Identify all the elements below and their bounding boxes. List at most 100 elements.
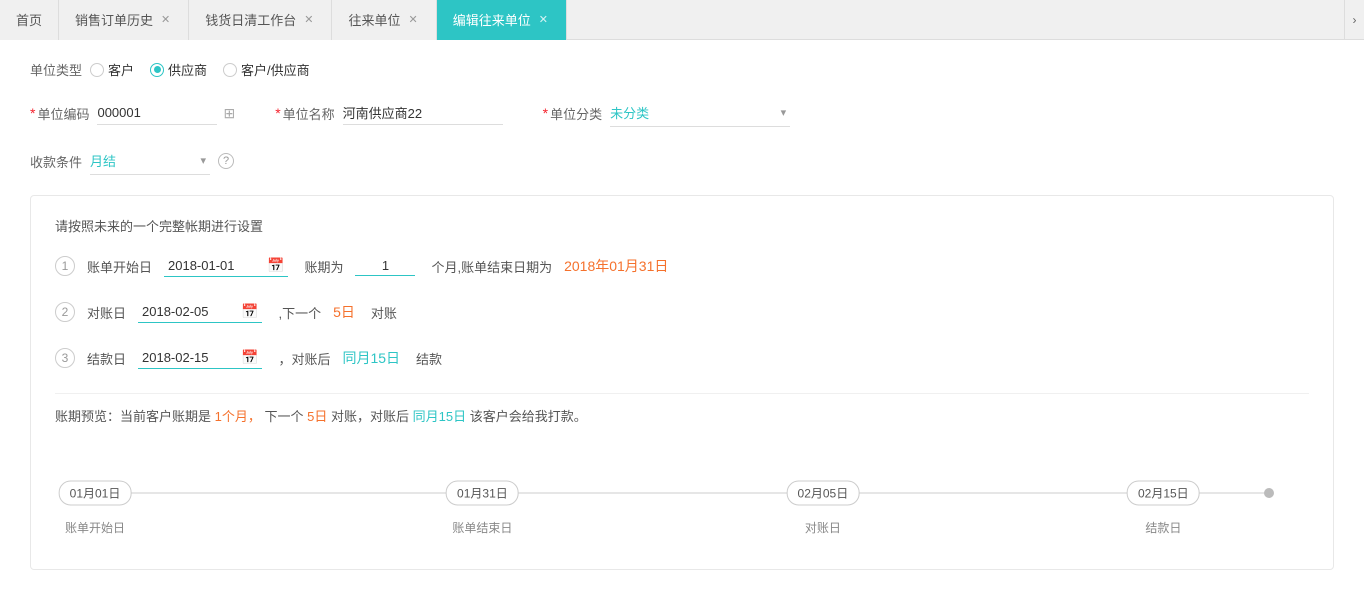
section-box: 请按照未来的一个完整帐期进行设置 1 账单开始日 📅 账期为 个月,账单结束日期… bbox=[30, 195, 1334, 570]
step-1-end-date: 2018年01月31日 bbox=[564, 256, 668, 276]
step-3-suffix: 结款 bbox=[416, 349, 442, 368]
tab-more-arrow[interactable]: › bbox=[1344, 0, 1364, 40]
step-1-label: 账单开始日 bbox=[87, 257, 152, 276]
timeline-badge-4: 02月15日 bbox=[1127, 481, 1200, 506]
help-icon[interactable]: ? bbox=[218, 153, 234, 169]
step-2-row: 2 对账日 📅 ,下一个 5日 对账 bbox=[55, 301, 1309, 323]
timeline-sublabel-3: 对账日 bbox=[805, 519, 841, 536]
tab-cash-ledger-close[interactable]: ✕ bbox=[302, 11, 315, 28]
step-1-cal-icon[interactable]: 📅 bbox=[267, 257, 284, 274]
step-2-date-input[interactable] bbox=[142, 304, 237, 319]
radio-customer-circle bbox=[90, 63, 104, 77]
preview-period: 1个月， bbox=[215, 409, 261, 424]
preview-mid1: 下一个 bbox=[265, 409, 304, 424]
unit-code-group: * 单位编码 ⊞ bbox=[30, 101, 235, 125]
step-2-cal-icon[interactable]: 📅 bbox=[241, 303, 258, 320]
tab-home[interactable]: 首页 bbox=[0, 0, 59, 40]
payment-terms-label: 收款条件 bbox=[30, 152, 82, 171]
step-3-date-input[interactable] bbox=[142, 350, 237, 365]
unit-type-radio-group: 客户 供应商 客户/供应商 bbox=[90, 60, 310, 79]
timeline-sublabel-1: 账单开始日 bbox=[65, 519, 125, 536]
unit-name-input[interactable] bbox=[343, 101, 503, 125]
unit-category-group: * 单位分类 未分类 ▾ bbox=[543, 99, 790, 127]
tab-bar: 首页 销售订单历史 ✕ 钱货日清工作台 ✕ 往来单位 ✕ 编辑往来单位 ✕ › bbox=[0, 0, 1364, 40]
step-2-date-wrap: 📅 bbox=[138, 301, 262, 323]
tab-sales-order-close[interactable]: ✕ bbox=[159, 11, 172, 28]
radio-both-circle bbox=[223, 63, 237, 77]
unit-category-dropdown[interactable]: 未分类 ▾ bbox=[610, 99, 790, 127]
unit-type-label: 单位类型 bbox=[30, 60, 82, 79]
unit-category-label: 单位分类 bbox=[550, 104, 602, 123]
step-1-suffix: 账期为 bbox=[304, 257, 343, 276]
preview-mid2: 对账，对账后 bbox=[331, 409, 409, 424]
tab-edit-counterparty-label: 编辑往来单位 bbox=[453, 10, 531, 29]
step-3-date-wrap: 📅 bbox=[138, 347, 262, 369]
preview-section: 账期预览：当前客户账期是 1个月， 下一个 5日 对账，对账后 同月15日 该客… bbox=[55, 393, 1309, 437]
unit-type-row: 单位类型 客户 供应商 客户/供应商 bbox=[30, 60, 1334, 79]
step-3-row: 3 结款日 📅 ，对账后 同月15日 结款 bbox=[55, 347, 1309, 369]
step-1-date-input[interactable] bbox=[168, 258, 263, 273]
payment-terms-row: 收款条件 月结 ▾ ? bbox=[30, 147, 1334, 175]
radio-both-label: 客户/供应商 bbox=[241, 60, 310, 79]
tab-counterparty-label: 往来单位 bbox=[348, 10, 400, 29]
step-1-period-input[interactable] bbox=[355, 256, 415, 276]
payment-terms-arrow: ▾ bbox=[200, 154, 206, 167]
step-1-row: 1 账单开始日 📅 账期为 个月,账单结束日期为 2018年01月31日 bbox=[55, 255, 1309, 277]
timeline-badge-1: 01月01日 bbox=[59, 481, 132, 506]
unit-code-star: * bbox=[30, 105, 35, 121]
step-2-suffix: 对账 bbox=[371, 303, 397, 322]
tab-home-label: 首页 bbox=[16, 10, 42, 29]
preview-highlight1: 5日 bbox=[307, 409, 327, 424]
timeline-sublabel-4: 结款日 bbox=[1145, 519, 1181, 536]
radio-supplier[interactable]: 供应商 bbox=[150, 60, 207, 79]
timeline-section: 01月01日 01月31日 02月05日 02月15日 账单开始日 bbox=[55, 457, 1309, 549]
tab-cash-ledger[interactable]: 钱货日清工作台 ✕ bbox=[189, 0, 332, 40]
step-1-date-wrap: 📅 bbox=[164, 255, 288, 277]
step-1-num: 1 bbox=[55, 256, 75, 276]
unit-fields-row: * 单位编码 ⊞ * 单位名称 * 单位分类 未分类 ▾ bbox=[30, 99, 1334, 127]
step-3-highlight: 同月15日 bbox=[342, 348, 400, 368]
unit-category-value: 未分类 bbox=[610, 103, 776, 122]
step-3-cal-icon[interactable]: 📅 bbox=[241, 349, 258, 366]
unit-name-label: 单位名称 bbox=[283, 104, 335, 123]
step-1-period-unit: 个月,账单结束日期为 bbox=[431, 257, 552, 276]
timeline-badge-3: 02月05日 bbox=[787, 481, 860, 506]
tab-counterparty[interactable]: 往来单位 ✕ bbox=[332, 0, 436, 40]
tab-sales-order-label: 销售订单历史 bbox=[75, 10, 153, 29]
unit-code-input-wrap: ⊞ bbox=[97, 101, 235, 125]
radio-customer[interactable]: 客户 bbox=[90, 60, 134, 79]
unit-code-input[interactable] bbox=[97, 101, 217, 125]
preview-suffix: 该客户会给我打款。 bbox=[470, 409, 587, 424]
payment-terms-dropdown[interactable]: 月结 ▾ bbox=[90, 147, 210, 175]
radio-customer-label: 客户 bbox=[108, 60, 134, 79]
tab-counterparty-close[interactable]: ✕ bbox=[407, 11, 420, 28]
radio-supplier-label: 供应商 bbox=[168, 60, 207, 79]
unit-name-input-wrap bbox=[343, 101, 503, 125]
unit-name-group: * 单位名称 bbox=[275, 101, 502, 125]
unit-code-label: 单位编码 bbox=[37, 104, 89, 123]
tab-sales-order[interactable]: 销售订单历史 ✕ bbox=[59, 0, 189, 40]
unit-name-star: * bbox=[275, 105, 280, 121]
unit-category-star: * bbox=[543, 105, 548, 121]
radio-supplier-circle bbox=[150, 63, 164, 77]
step-3-label: 结款日 bbox=[87, 349, 126, 368]
preview-highlight2: 同月15日 bbox=[413, 409, 466, 424]
step-2-num: 2 bbox=[55, 302, 75, 322]
unit-code-icon[interactable]: ⊞ bbox=[223, 105, 235, 122]
tab-edit-counterparty-close[interactable]: ✕ bbox=[537, 11, 550, 28]
step-2-prefix: ,下一个 bbox=[278, 303, 321, 322]
timeline-sublabel-2: 账单结束日 bbox=[452, 519, 512, 536]
step-2-highlight: 5日 bbox=[333, 302, 355, 322]
payment-terms-value: 月结 bbox=[90, 151, 196, 170]
unit-category-arrow: ▾ bbox=[781, 106, 787, 119]
step-3-num: 3 bbox=[55, 348, 75, 368]
tab-edit-counterparty[interactable]: 编辑往来单位 ✕ bbox=[437, 0, 567, 40]
preview-label: 账期预览：当前客户账期是 bbox=[55, 409, 211, 424]
step-2-label: 对账日 bbox=[87, 303, 126, 322]
timeline-end-dot bbox=[1264, 488, 1274, 498]
radio-both[interactable]: 客户/供应商 bbox=[223, 60, 310, 79]
step-3-prefix: ，对账后 bbox=[278, 349, 330, 368]
timeline-badge-2: 01月31日 bbox=[446, 481, 519, 506]
section-title: 请按照未来的一个完整帐期进行设置 bbox=[55, 216, 1309, 235]
main-content: 单位类型 客户 供应商 客户/供应商 * 单位编码 ⊞ bbox=[0, 40, 1364, 608]
